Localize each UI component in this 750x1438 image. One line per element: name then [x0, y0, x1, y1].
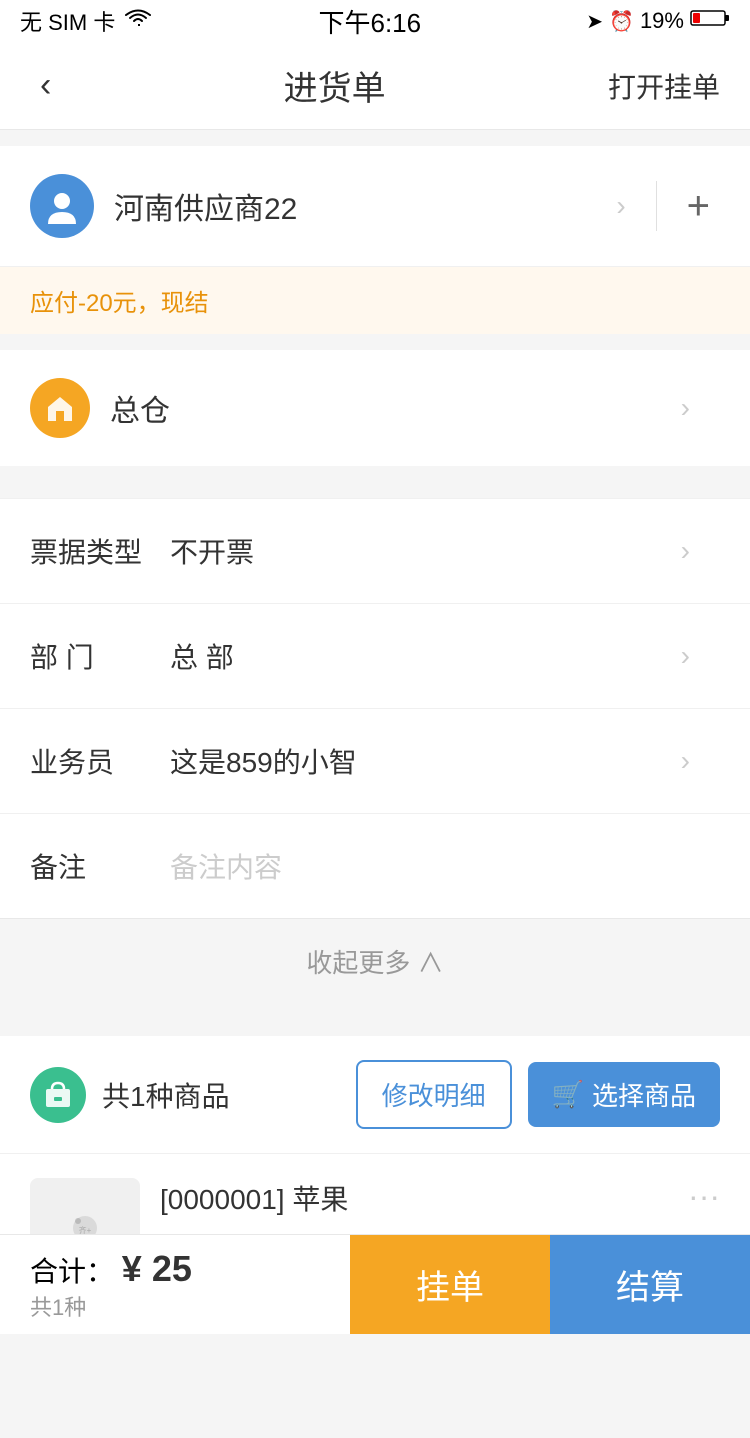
battery-label: 19%: [640, 8, 684, 34]
checkout-button[interactable]: 结算: [550, 1235, 750, 1334]
collapse-button[interactable]: 收起更多 ∧: [0, 918, 750, 1004]
supplier-avatar: [30, 174, 94, 238]
invoice-type-value: 不开票: [170, 531, 681, 571]
product-icon: [30, 1067, 86, 1123]
wifi-icon: [123, 8, 153, 34]
total-sub: 共1种: [30, 1290, 320, 1322]
alarm-icon: ⏰: [609, 9, 634, 34]
supplier-chevron-icon: ›: [616, 190, 625, 222]
bottom-bar: 合计： ¥ 25 共1种 挂单 结算: [0, 1234, 750, 1334]
total-area: 合计： ¥ 25 共1种: [0, 1235, 350, 1334]
status-time: 下午6:16: [319, 3, 422, 40]
section-gap-1: [0, 130, 750, 146]
status-left: 无 SIM 卡: [20, 5, 153, 37]
section-gap-3: [0, 1020, 750, 1036]
invoice-chevron-icon: ›: [681, 535, 690, 567]
sim-label: 无 SIM 卡: [20, 5, 115, 37]
form-section: 票据类型 不开票 › 部 门 总 部 › 业务员 这是859的小智 › 备注 备…: [0, 498, 750, 1004]
supplier-row[interactable]: 河南供应商22 › +: [0, 146, 750, 267]
page-title: 进货单: [284, 61, 386, 110]
total-row: 合计： ¥ 25: [30, 1248, 320, 1290]
total-label: 合计：: [30, 1256, 114, 1287]
total-amount: ¥ 25: [122, 1248, 192, 1289]
department-row[interactable]: 部 门 总 部 ›: [0, 603, 750, 708]
warehouse-name: 总仓: [110, 386, 681, 430]
product-count-label: 共1种商品: [102, 1075, 340, 1115]
remark-placeholder[interactable]: 备注内容: [170, 846, 720, 886]
status-bar: 无 SIM 卡 下午6:16 ➤ ⏰ 19%: [0, 0, 750, 42]
supplier-name: 河南供应商22: [114, 184, 616, 228]
location-icon: ➤: [586, 9, 603, 34]
invoice-type-row[interactable]: 票据类型 不开票 ›: [0, 498, 750, 603]
product-name: [0000001] 苹果: [160, 1178, 668, 1218]
warehouse-icon: [30, 378, 90, 438]
salesperson-chevron-icon: ›: [681, 745, 690, 777]
supplier-section: 河南供应商22 › + 应付-20元，现结: [0, 146, 750, 334]
hang-button[interactable]: 挂单: [350, 1235, 550, 1334]
remark-row[interactable]: 备注 备注内容: [0, 813, 750, 918]
department-value: 总 部: [170, 636, 681, 676]
divider: [656, 181, 657, 231]
remark-label: 备注: [30, 846, 170, 886]
product-header: 共1种商品 修改明细 🛒 选择商品: [0, 1036, 750, 1153]
warehouse-chevron-icon: ›: [681, 392, 690, 424]
cart-icon: 🛒: [552, 1079, 584, 1110]
nav-bar: ‹ 进货单 打开挂单: [0, 42, 750, 130]
product-title: 苹果: [292, 1184, 348, 1215]
salesperson-label: 业务员: [30, 741, 170, 781]
open-hang-button[interactable]: 打开挂单: [608, 66, 720, 106]
select-product-button[interactable]: 🛒 选择商品: [528, 1062, 720, 1127]
department-label: 部 门: [30, 636, 170, 676]
back-button[interactable]: ‹: [30, 56, 61, 115]
select-product-label: 选择商品: [592, 1076, 696, 1113]
salesperson-row[interactable]: 业务员 这是859的小智 ›: [0, 708, 750, 813]
salesperson-value: 这是859的小智: [170, 741, 681, 781]
battery-icon: [690, 8, 730, 34]
more-options-button[interactable]: ···: [688, 1178, 720, 1215]
warehouse-section: 总仓 ›: [0, 350, 750, 466]
edit-detail-button[interactable]: 修改明细: [356, 1060, 512, 1129]
add-supplier-button[interactable]: +: [677, 184, 720, 229]
product-code: [0000001]: [160, 1184, 285, 1215]
warehouse-row[interactable]: 总仓 ›: [0, 350, 750, 466]
bottom-spacer: [0, 1328, 750, 1438]
invoice-type-label: 票据类型: [30, 531, 170, 571]
department-chevron-icon: ›: [681, 640, 690, 672]
supplier-notice: 应付-20元，现结: [0, 267, 750, 334]
section-gap-2: [0, 482, 750, 498]
status-right: ➤ ⏰ 19%: [586, 8, 730, 34]
